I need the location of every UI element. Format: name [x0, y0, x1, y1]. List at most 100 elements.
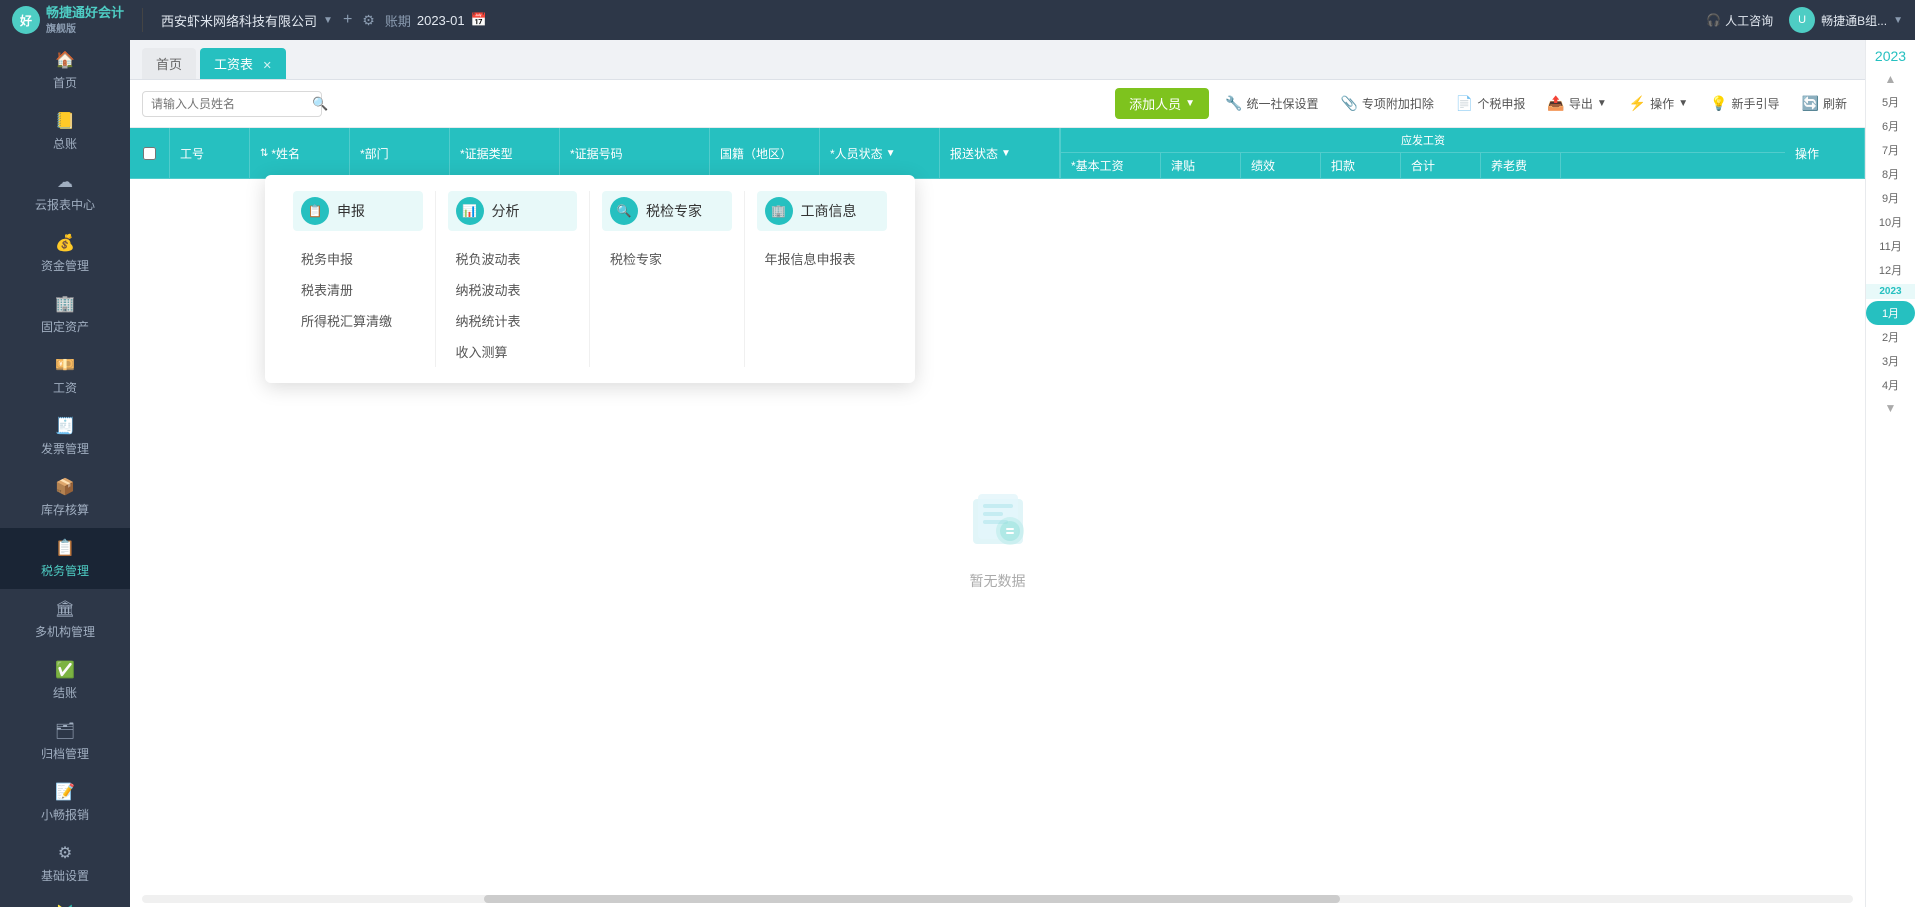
logo-text: 畅捷通好会计	[46, 5, 124, 21]
th-total: 合计	[1401, 153, 1481, 178]
sidebar-label-invoice: 发票管理	[41, 440, 89, 457]
sidebar-item-home[interactable]: 🏠 首页	[0, 40, 130, 101]
timeline-month-12[interactable]: 12月	[1866, 258, 1915, 282]
content-area: 首页 工资表 ✕ 🔍 添加人员 ▼ 🔧 统一社保设置 📎	[130, 40, 1865, 907]
individual-tax-button[interactable]: 📄 个税申报	[1450, 91, 1531, 116]
dropdown-item-tax-declaration[interactable]: 税务申报	[293, 243, 423, 274]
dropdown-item-tax-burden[interactable]: 税负波动表	[448, 243, 578, 274]
search-input[interactable]	[151, 97, 306, 111]
closing-icon: ✅	[55, 660, 75, 680]
h-scrollbar-thumb[interactable]	[484, 895, 1340, 903]
dropdown-item-annual-report[interactable]: 年报信息申报表	[757, 243, 888, 274]
sidebar-item-closing[interactable]: ✅ 结账	[0, 650, 130, 711]
search-box[interactable]: 🔍	[142, 91, 322, 117]
wages-group-title: 应发工资	[1061, 128, 1785, 153]
timeline-month-4[interactable]: 4月	[1866, 373, 1915, 397]
sidebar-item-funds[interactable]: 💰 资金管理	[0, 223, 130, 284]
sidebar-item-expense[interactable]: 📝 小畅报销	[0, 772, 130, 833]
add-person-button[interactable]: 添加人员 ▼	[1115, 88, 1209, 119]
timeline-month-10[interactable]: 10月	[1866, 210, 1915, 234]
th-id: 工号	[170, 128, 250, 178]
unified-social-insurance-button[interactable]: 🔧 统一社保设置	[1219, 91, 1324, 116]
company-name: 西安虾米网络科技有限公司	[161, 11, 317, 30]
avatar: U	[1789, 7, 1815, 33]
settings-icon[interactable]: ⚙	[362, 12, 375, 29]
support-label: 人工咨询	[1725, 12, 1773, 29]
timeline-month-2[interactable]: 2月	[1866, 325, 1915, 349]
timeline-month-3[interactable]: 3月	[1866, 349, 1915, 373]
timeline-month-5[interactable]: 5月	[1866, 90, 1915, 114]
dropdown-item-income-tax[interactable]: 所得税汇算清缴	[293, 305, 423, 336]
sidebar-item-assets[interactable]: 🏢 固定资产	[0, 284, 130, 345]
dropdown-section-business-title: 工商信息	[801, 201, 857, 221]
support-button[interactable]: 🎧 人工咨询	[1706, 12, 1773, 29]
timeline-month-7[interactable]: 7月	[1866, 138, 1915, 162]
table-header-row1: 工号 ⇅ *姓名 *部门 *证据类型 *证据号码 国籍（地区）	[130, 128, 1865, 179]
deduction-label: 专项附加扣除	[1362, 95, 1434, 112]
th-report-status: 报送状态 ▼	[940, 128, 1060, 178]
sidebar-item-ledger[interactable]: 📒 总账	[0, 101, 130, 162]
th-checkbox[interactable]	[130, 128, 170, 178]
company-selector[interactable]: 西安虾米网络科技有限公司 ▼	[161, 11, 333, 30]
timeline-month-9[interactable]: 9月	[1866, 186, 1915, 210]
special-deduction-button[interactable]: 📎 专项附加扣除	[1334, 91, 1439, 116]
home-icon: 🏠	[55, 50, 75, 70]
period-area: 账期 2023-01 📅	[385, 11, 487, 30]
user-chevron-icon: ▼	[1893, 15, 1903, 26]
sidebar-label-assets: 固定资产	[41, 318, 89, 335]
sidebar-item-guide[interactable]: 🔰 新手引导	[0, 894, 130, 907]
export-label: 导出	[1569, 95, 1593, 112]
calendar-icon[interactable]: 📅	[471, 12, 487, 28]
dropdown-section-analysis: 📊 分析 税负波动表 纳税波动表 纳税统计表 收入测算	[436, 191, 591, 367]
th-dept: *部门	[350, 128, 450, 178]
salary-icon: 💴	[55, 355, 75, 375]
add-company-button[interactable]: +	[343, 11, 352, 29]
operation-button[interactable]: ⚡ 操作 ▼	[1623, 91, 1694, 116]
operation-dropdown-icon: ▼	[1678, 98, 1688, 109]
th-country: 国籍（地区）	[710, 128, 820, 178]
sidebar-item-cloud-report[interactable]: ☁ 云报表中心	[0, 162, 130, 223]
main-layout: 🏠 首页 📒 总账 ☁ 云报表中心 💰 资金管理 🏢 固定资产 💴 工资 🧾 发…	[0, 40, 1915, 907]
tab-home[interactable]: 首页	[142, 48, 196, 79]
add-person-dropdown-icon: ▼	[1185, 98, 1195, 109]
top-bar-left: 好 畅捷通好会计 旗舰版 西安虾米网络科技有限公司 ▼ + ⚙ 账期 2023-…	[12, 5, 487, 36]
refresh-button[interactable]: 🔄 刷新	[1796, 91, 1853, 116]
sidebar-item-inventory[interactable]: 📦 库存核算	[0, 467, 130, 528]
dropdown-item-tax-stats[interactable]: 纳税统计表	[448, 305, 578, 336]
filter-status-icon[interactable]: ▼	[886, 148, 896, 159]
timeline-month-6[interactable]: 6月	[1866, 114, 1915, 138]
tab-salary[interactable]: 工资表 ✕	[200, 48, 286, 79]
dropdown-item-income-calc[interactable]: 收入测算	[448, 336, 578, 367]
sort-icon-name[interactable]: ⇅	[260, 148, 268, 159]
empty-text: 暂无数据	[970, 571, 1026, 591]
sidebar-label-cloud: 云报表中心	[35, 196, 95, 213]
timeline-month-1[interactable]: 1月	[1866, 301, 1915, 325]
export-button[interactable]: 📤 导出 ▼	[1541, 91, 1612, 116]
dropdown-item-tax-form[interactable]: 税表清册	[293, 274, 423, 305]
timeline-down-button[interactable]: ▼	[1881, 397, 1901, 419]
tab-close-icon[interactable]: ✕	[263, 60, 272, 72]
th-cert-no: *证据号码	[560, 128, 710, 178]
timeline-month-8[interactable]: 8月	[1866, 162, 1915, 186]
dropdown-item-tax-fluctuation[interactable]: 纳税波动表	[448, 274, 578, 305]
th-country-label: 国籍（地区）	[720, 145, 792, 162]
headset-icon: 🎧	[1706, 13, 1721, 27]
sidebar-item-archive[interactable]: 🗂 归档管理	[0, 711, 130, 772]
select-all-checkbox[interactable]	[143, 147, 156, 160]
sidebar-item-settings[interactable]: ⚙ 基础设置	[0, 833, 130, 894]
sidebar-item-salary[interactable]: 💴 工资	[0, 345, 130, 406]
export-dropdown-icon: ▼	[1597, 98, 1607, 109]
sidebar-label-multi-org: 多机构管理	[35, 623, 95, 640]
declaration-icon: 📋	[301, 197, 329, 225]
dropdown-item-tax-expert[interactable]: 税检专家	[602, 243, 732, 274]
guide-button[interactable]: 💡 新手引导	[1704, 91, 1785, 116]
user-area[interactable]: U 畅捷通B组... ▼	[1789, 7, 1903, 33]
filter-report-icon[interactable]: ▼	[1001, 148, 1011, 159]
settings-nav-icon: ⚙	[58, 843, 72, 863]
h-scrollbar[interactable]	[142, 895, 1853, 903]
timeline-up-button[interactable]: ▲	[1881, 68, 1901, 90]
sidebar-item-invoice[interactable]: 🧾 发票管理	[0, 406, 130, 467]
timeline-month-11[interactable]: 11月	[1866, 234, 1915, 258]
sidebar-item-multi-org[interactable]: 🏛 多机构管理	[0, 589, 130, 650]
sidebar-item-tax[interactable]: 📋 税务管理	[0, 528, 130, 589]
